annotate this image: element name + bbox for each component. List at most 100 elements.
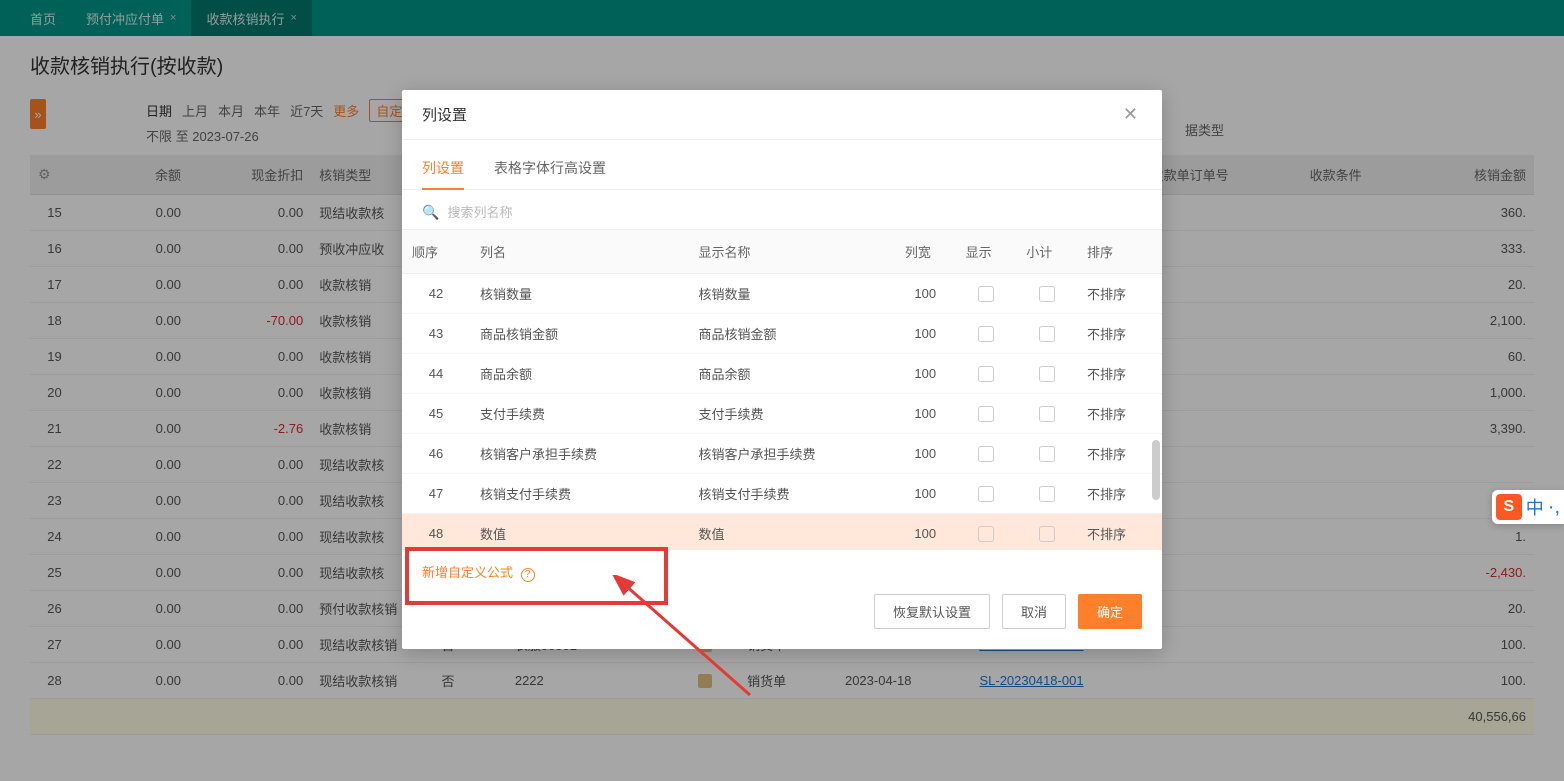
cell-sort[interactable]: 不排序 (1077, 434, 1162, 474)
ime-mode-label[interactable]: 中 (1522, 494, 1548, 520)
show-checkbox[interactable] (978, 326, 994, 342)
cell-show (956, 274, 1017, 314)
hdr-sort: 排序 (1077, 230, 1162, 274)
cell-display[interactable]: 数值 (689, 514, 895, 551)
modal-header: 列设置 ✕ (402, 90, 1162, 140)
cell-show (956, 514, 1017, 551)
config-row[interactable]: 46核销客户承担手续费核销客户承担手续费100不排序 (402, 434, 1162, 474)
config-row[interactable]: 47核销支付手续费核销支付手续费100不排序 (402, 474, 1162, 514)
cell-order: 47 (402, 474, 470, 514)
column-config-table: 顺序 列名 显示名称 列宽 显示 小计 排序 42核销数量核销数量100不排序4… (402, 230, 1162, 550)
cell-subtotal (1016, 514, 1077, 551)
cell-name: 支付手续费 (470, 394, 689, 434)
hdr-show: 显示 (956, 230, 1017, 274)
subtotal-checkbox[interactable] (1039, 366, 1055, 382)
modal-title: 列设置 (422, 104, 467, 125)
cell-width[interactable]: 100 (895, 314, 956, 354)
config-row[interactable]: 48数值数值100不排序 (402, 514, 1162, 551)
ime-logo-icon: S (1496, 494, 1522, 520)
cell-show (956, 474, 1017, 514)
ime-punct-icon[interactable]: ·, (1548, 496, 1560, 519)
config-row[interactable]: 43商品核销金额商品核销金额100不排序 (402, 314, 1162, 354)
show-checkbox[interactable] (978, 486, 994, 502)
cell-display[interactable]: 核销客户承担手续费 (689, 434, 895, 474)
add-custom-formula-link[interactable]: 新增自定义公式 (422, 565, 513, 580)
cell-width[interactable]: 100 (895, 394, 956, 434)
cell-sort[interactable]: 不排序 (1077, 314, 1162, 354)
cancel-button[interactable]: 取消 (1002, 594, 1066, 629)
show-checkbox[interactable] (978, 446, 994, 462)
cell-order: 44 (402, 354, 470, 394)
cell-show (956, 434, 1017, 474)
cell-name: 核销客户承担手续费 (470, 434, 689, 474)
cell-sort[interactable]: 不排序 (1077, 474, 1162, 514)
cell-display[interactable]: 核销支付手续费 (689, 474, 895, 514)
cell-order: 42 (402, 274, 470, 314)
cell-name: 核销数量 (470, 274, 689, 314)
cell-display[interactable]: 支付手续费 (689, 394, 895, 434)
confirm-button[interactable]: 确定 (1078, 594, 1142, 629)
search-icon: 🔍 (422, 204, 439, 221)
cell-show (956, 314, 1017, 354)
show-checkbox[interactable] (978, 526, 994, 542)
config-header-row: 顺序 列名 显示名称 列宽 显示 小计 排序 (402, 230, 1162, 274)
subtotal-checkbox[interactable] (1039, 406, 1055, 422)
cell-order: 46 (402, 434, 470, 474)
modal-footer: 恢复默认设置 取消 确定 (402, 594, 1162, 649)
scrollbar-thumb[interactable] (1152, 440, 1160, 500)
cell-subtotal (1016, 314, 1077, 354)
hdr-order: 顺序 (402, 230, 470, 274)
show-checkbox[interactable] (978, 366, 994, 382)
ime-widget[interactable]: S 中 ·, (1492, 490, 1564, 524)
tab-font-settings[interactable]: 表格字体行高设置 (494, 158, 606, 189)
config-row[interactable]: 42核销数量核销数量100不排序 (402, 274, 1162, 314)
hdr-display: 显示名称 (689, 230, 895, 274)
cell-width[interactable]: 100 (895, 434, 956, 474)
hdr-name: 列名 (470, 230, 689, 274)
cell-subtotal (1016, 354, 1077, 394)
cell-subtotal (1016, 394, 1077, 434)
cell-width[interactable]: 100 (895, 514, 956, 551)
search-input[interactable] (447, 205, 1142, 220)
show-checkbox[interactable] (978, 286, 994, 302)
cell-display[interactable]: 商品余额 (689, 354, 895, 394)
column-settings-modal: 列设置 ✕ 列设置 表格字体行高设置 🔍 顺序 列名 显示名称 列宽 显示 小计… (402, 90, 1162, 649)
reset-button[interactable]: 恢复默认设置 (874, 594, 990, 629)
cell-order: 43 (402, 314, 470, 354)
cell-display[interactable]: 商品核销金额 (689, 314, 895, 354)
cell-display[interactable]: 核销数量 (689, 274, 895, 314)
help-icon[interactable]: ? (521, 568, 535, 582)
tab-column-settings[interactable]: 列设置 (422, 158, 464, 190)
cell-subtotal (1016, 274, 1077, 314)
cell-subtotal (1016, 474, 1077, 514)
subtotal-checkbox[interactable] (1039, 486, 1055, 502)
subtotal-checkbox[interactable] (1039, 446, 1055, 462)
cell-sort[interactable]: 不排序 (1077, 514, 1162, 551)
modal-close-button[interactable]: ✕ (1119, 104, 1142, 125)
cell-sort[interactable]: 不排序 (1077, 274, 1162, 314)
cell-sort[interactable]: 不排序 (1077, 394, 1162, 434)
config-row[interactable]: 44商品余额商品余额100不排序 (402, 354, 1162, 394)
subtotal-checkbox[interactable] (1039, 326, 1055, 342)
cell-subtotal (1016, 434, 1077, 474)
modal-body[interactable]: 顺序 列名 显示名称 列宽 显示 小计 排序 42核销数量核销数量100不排序4… (402, 230, 1162, 550)
cell-width[interactable]: 100 (895, 354, 956, 394)
cell-name: 核销支付手续费 (470, 474, 689, 514)
cell-name: 商品核销金额 (470, 314, 689, 354)
subtotal-checkbox[interactable] (1039, 526, 1055, 542)
cell-name: 商品余额 (470, 354, 689, 394)
cell-order: 45 (402, 394, 470, 434)
show-checkbox[interactable] (978, 406, 994, 422)
config-row[interactable]: 45支付手续费支付手续费100不排序 (402, 394, 1162, 434)
hdr-subtotal: 小计 (1016, 230, 1077, 274)
add-formula-row: 新增自定义公式 ? (402, 550, 1162, 594)
cell-order: 48 (402, 514, 470, 551)
cell-width[interactable]: 100 (895, 474, 956, 514)
cell-width[interactable]: 100 (895, 274, 956, 314)
modal-tabs: 列设置 表格字体行高设置 (402, 140, 1162, 190)
modal-search-bar: 🔍 (402, 190, 1162, 230)
cell-name: 数值 (470, 514, 689, 551)
hdr-width: 列宽 (895, 230, 956, 274)
subtotal-checkbox[interactable] (1039, 286, 1055, 302)
cell-sort[interactable]: 不排序 (1077, 354, 1162, 394)
